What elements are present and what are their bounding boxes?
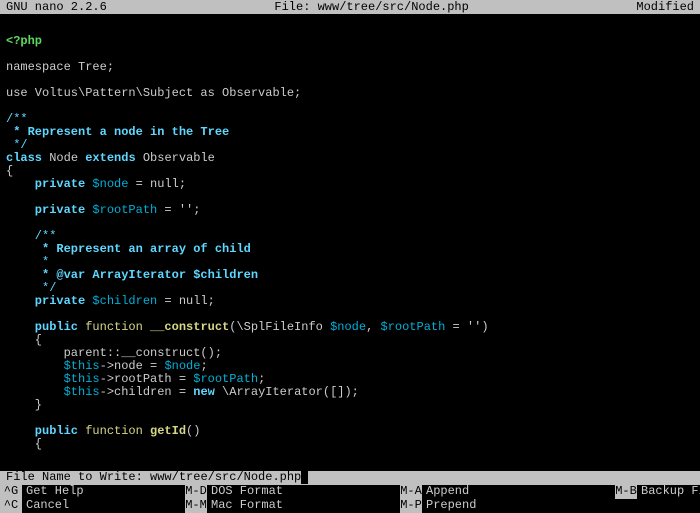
shortcut-backup-file[interactable]: M-B Backup File [615, 485, 700, 499]
code-line: $this->node = $node; [6, 359, 208, 373]
prompt-label: File Name to Write: [6, 470, 150, 484]
code-line: } [6, 398, 42, 412]
doc-comment: */ [6, 138, 28, 152]
code-line: use Voltus\Pattern\Subject as Observable… [6, 86, 301, 100]
shortcut-dos-format[interactable]: M-D DOS Format [185, 485, 400, 499]
code-line: $this->children = new \ArrayIterator([])… [6, 385, 359, 399]
help-bar: ^G Get Help M-D DOS Format M-A Append M-B Ba… [0, 485, 700, 513]
doc-comment: */ [6, 281, 56, 295]
shortcut-label: Append [426, 485, 469, 499]
code-line: private $node = null; [6, 177, 186, 191]
code-line: private $children = null; [6, 294, 215, 308]
code-line: public function getId() [6, 424, 200, 438]
code-line: parent::__construct(); [6, 346, 222, 360]
shortcut-label: DOS Format [211, 485, 283, 499]
shortcut-cancel[interactable]: ^C Cancel [0, 499, 185, 513]
filename-prompt[interactable]: File Name to Write: www/tree/src/Node.ph… [0, 471, 700, 485]
cursor [301, 471, 308, 484]
shortcut-label: Prepend [426, 499, 476, 513]
doc-comment: /** [6, 112, 28, 126]
key-label: M-P [400, 499, 422, 513]
file-label: File: www/tree/src/Node.php [274, 1, 468, 14]
shortcut-label: Backup File [641, 485, 700, 499]
shortcut-mac-format[interactable]: M-M Mac Format [185, 499, 400, 513]
doc-comment: * Represent an array of child [6, 242, 251, 256]
doc-comment: * [6, 255, 49, 269]
doc-comment: /** [6, 229, 56, 243]
key-label: ^G [0, 485, 22, 499]
key-label: M-D [185, 485, 207, 499]
key-label: M-M [185, 499, 207, 513]
code-line: <?php [6, 34, 42, 48]
app-version: GNU nano 2.2.6 [6, 1, 107, 14]
doc-comment: * @var ArrayIterator $children [6, 268, 258, 282]
shortcut-get-help[interactable]: ^G Get Help [0, 485, 185, 499]
title-bar: GNU nano 2.2.6 File: www/tree/src/Node.p… [0, 0, 700, 14]
key-label: ^C [0, 499, 22, 513]
doc-comment: * Represent a node in the Tree [6, 125, 229, 139]
code-line: public function __construct(\SplFileInfo… [6, 320, 489, 334]
modified-indicator: Modified [636, 1, 694, 14]
key-label: M-B [615, 485, 637, 499]
code-line: $this->rootPath = $rootPath; [6, 372, 265, 386]
shortcut-empty [615, 499, 700, 513]
editor-area[interactable]: <?php namespace Tree; use Voltus\Pattern… [0, 14, 700, 451]
shortcut-append[interactable]: M-A Append [400, 485, 615, 499]
code-line: private $rootPath = ''; [6, 203, 200, 217]
key-label: M-A [400, 485, 422, 499]
code-line: { [6, 437, 42, 451]
code-line: { [6, 164, 13, 178]
code-line: class Node extends Observable [6, 151, 215, 165]
shortcut-label: Get Help [26, 485, 84, 499]
shortcut-label: Cancel [26, 499, 69, 513]
filename-input[interactable]: www/tree/src/Node.php [150, 470, 301, 484]
shortcut-prepend[interactable]: M-P Prepend [400, 499, 615, 513]
code-line: { [6, 333, 42, 347]
shortcut-label: Mac Format [211, 499, 283, 513]
code-line: namespace Tree; [6, 60, 114, 74]
